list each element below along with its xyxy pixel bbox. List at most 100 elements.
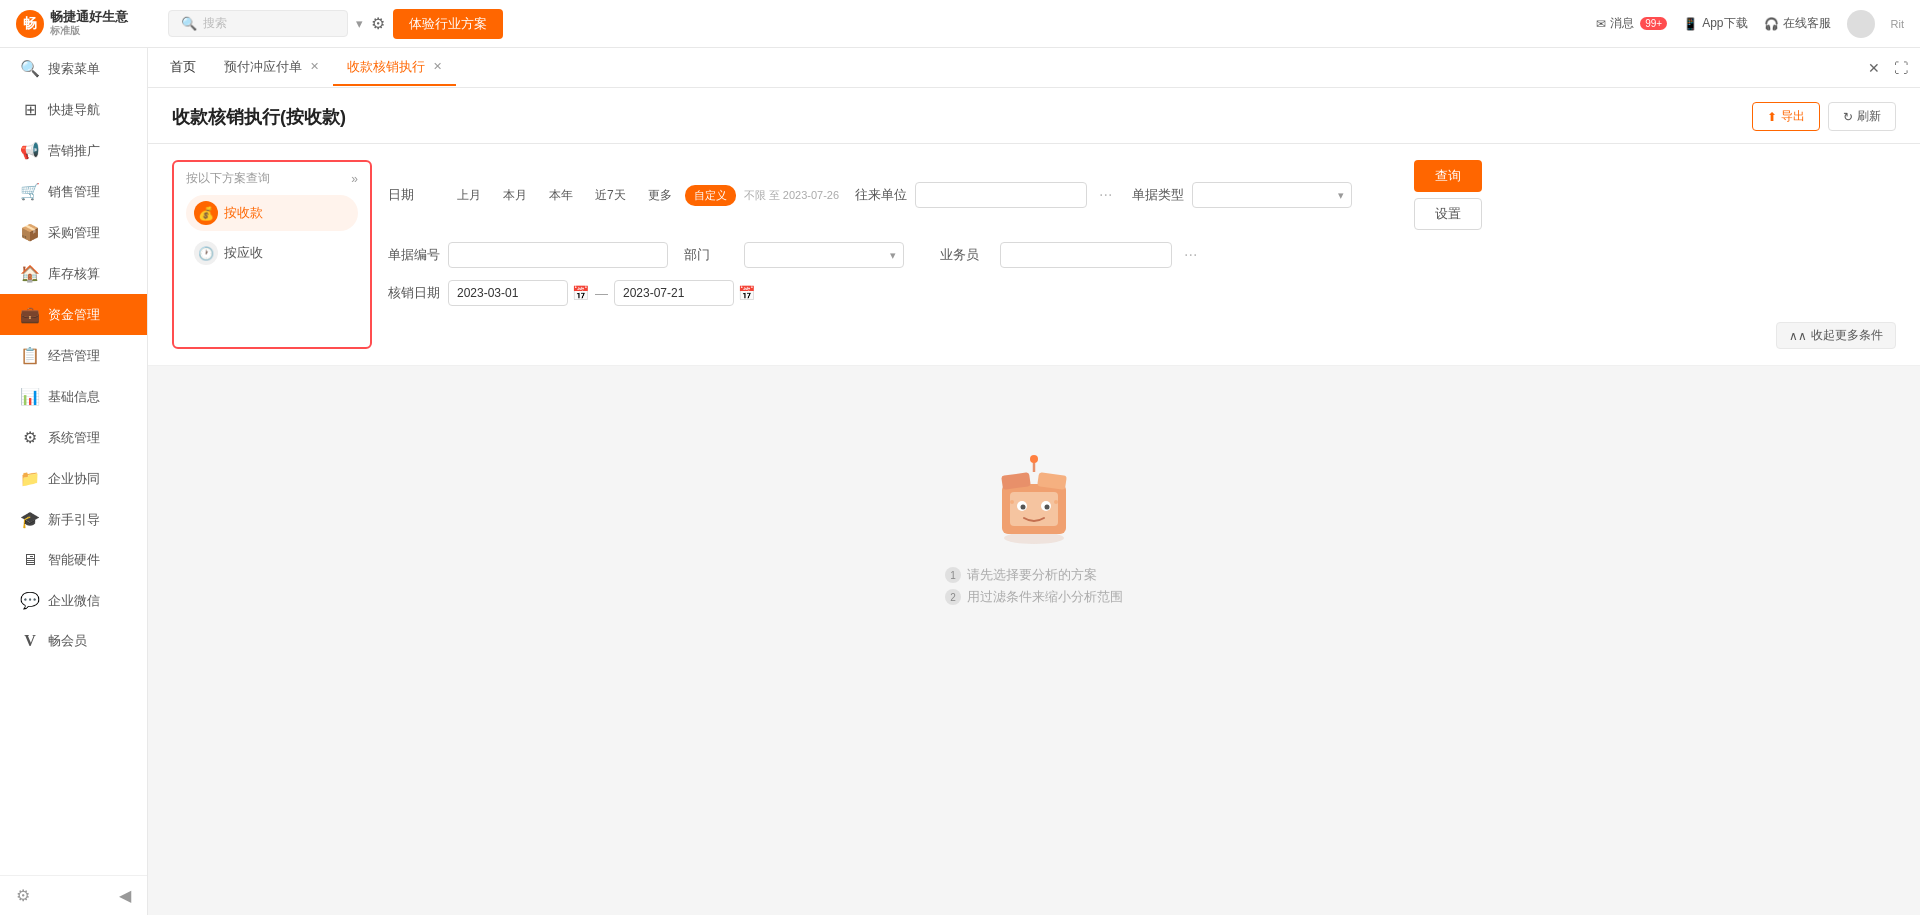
- sidebar-item-quicknav[interactable]: ⊞ 快捷导航: [0, 89, 147, 130]
- date-last-month[interactable]: 上月: [448, 183, 490, 208]
- sidebar-item-guide[interactable]: 🎓 新手引导: [0, 499, 147, 540]
- sidebar-item-collab[interactable]: 📁 企业协同: [0, 458, 147, 499]
- settings-icon[interactable]: ⚙: [371, 14, 385, 33]
- query-btns: 查询 设置: [1414, 160, 1482, 230]
- online-service-btn[interactable]: 🎧 在线客服: [1764, 15, 1831, 32]
- staff-label: 业务员: [940, 246, 992, 264]
- user-avatar[interactable]: [1847, 10, 1875, 38]
- main-content: 首页 预付冲应付单 ✕ 收款核销执行 ✕ ✕ ⛶ 收款核销执行(按收款) ⬆ 导…: [148, 48, 1920, 915]
- app-download-btn[interactable]: 📱 App下载: [1683, 15, 1747, 32]
- date-this-month[interactable]: 本月: [494, 183, 536, 208]
- sidebar-item-label: 智能硬件: [48, 551, 100, 569]
- filter-option-by-payment[interactable]: 💰 按收款: [186, 195, 358, 231]
- management-icon: 📋: [20, 346, 40, 365]
- chevron-down-icon[interactable]: ▾: [356, 16, 363, 31]
- tab-home[interactable]: 首页: [156, 50, 210, 86]
- sales-icon: 🛒: [20, 182, 40, 201]
- refresh-btn[interactable]: ↻ 刷新: [1828, 102, 1896, 131]
- sidebar-item-label: 采购管理: [48, 224, 100, 242]
- filter-option-by-receivable[interactable]: 🕐 按应收: [186, 235, 358, 271]
- filter-left-panel: 按以下方案查询 » 💰 按收款 🕐 按应收: [172, 160, 372, 349]
- top-bar-right: ✉ 消息 99+ 📱 App下载 🎧 在线客服 Rit: [1596, 10, 1904, 38]
- collapse-more-btn[interactable]: ∧∧ 收起更多条件: [1776, 322, 1896, 349]
- tab-verify-close[interactable]: ✕: [433, 60, 442, 73]
- sidebar-item-hardware[interactable]: 🖥 智能硬件: [0, 540, 147, 580]
- sidebar-item-member[interactable]: V 畅会员: [0, 621, 147, 661]
- cal-start-icon[interactable]: 📅: [572, 285, 589, 301]
- staff-input[interactable]: [1000, 242, 1172, 268]
- sidebar-item-label: 企业微信: [48, 592, 100, 610]
- sidebar-item-basic-info[interactable]: 📊 基础信息: [0, 376, 147, 417]
- industry-btn[interactable]: 体验行业方案: [393, 9, 503, 39]
- partner-input[interactable]: [915, 182, 1087, 208]
- export-btn[interactable]: ⬆ 导出: [1752, 102, 1820, 131]
- footer-collapse-icon[interactable]: ◀: [119, 886, 131, 905]
- tab-verify[interactable]: 收款核销执行 ✕: [333, 50, 456, 86]
- tab-close-all-icon[interactable]: ✕: [1864, 56, 1884, 80]
- sidebar-item-sales[interactable]: 🛒 销售管理: [0, 171, 147, 212]
- dept-select-wrap: [744, 242, 904, 268]
- hardware-icon: 🖥: [20, 551, 40, 569]
- collab-icon: 📁: [20, 469, 40, 488]
- top-bar-search-display: 🔍 搜索: [168, 10, 348, 37]
- svg-point-8: [1045, 505, 1050, 510]
- sidebar-item-wechat[interactable]: 💬 企业微信: [0, 580, 147, 621]
- tab-bar-actions: ✕ ⛶: [1864, 56, 1912, 80]
- dept-select[interactable]: [744, 242, 904, 268]
- verify-date-label: 核销日期: [388, 284, 440, 302]
- docno-input[interactable]: [448, 242, 668, 268]
- filter-staff-field: 业务员 ···: [940, 242, 1201, 268]
- sidebar-item-system[interactable]: ⚙ 系统管理: [0, 417, 147, 458]
- tab-expand-icon[interactable]: ⛶: [1890, 56, 1912, 80]
- staff-dots-btn[interactable]: ···: [1180, 246, 1201, 264]
- filter-collapse-btn[interactable]: »: [351, 172, 358, 186]
- tab-prepay-close[interactable]: ✕: [310, 60, 319, 73]
- refresh-icon: ↻: [1843, 110, 1853, 124]
- page-header-actions: ⬆ 导出 ↻ 刷新: [1752, 102, 1896, 143]
- footer-settings-icon[interactable]: ⚙: [16, 886, 30, 905]
- settings-btn[interactable]: 设置: [1414, 198, 1482, 230]
- date-more[interactable]: 更多: [639, 183, 681, 208]
- sidebar-item-label: 畅会员: [48, 632, 87, 650]
- partner-dots-btn[interactable]: ···: [1095, 186, 1116, 204]
- cal-end-icon[interactable]: 📅: [738, 285, 755, 301]
- docno-label: 单据编号: [388, 246, 440, 264]
- phone-icon: 📱: [1683, 17, 1698, 31]
- top-bar: 畅 畅捷通好生意 标准版 🔍 搜索 ▾ ⚙ 体验行业方案 ✉ 消息 99+ 📱 …: [0, 0, 1920, 48]
- date-this-year[interactable]: 本年: [540, 183, 582, 208]
- filter-right-panel: 日期 上月 本月 本年 近7天 更多 自定义 不限 至 2023-07-26 往…: [388, 160, 1896, 349]
- svg-point-10: [1030, 455, 1038, 463]
- query-btn[interactable]: 查询: [1414, 160, 1482, 192]
- verify-date-end[interactable]: [614, 280, 734, 306]
- filter-doctype-field: 单据类型 ···: [1132, 182, 1381, 208]
- search-icon: 🔍: [20, 59, 40, 78]
- sidebar-item-label: 快捷导航: [48, 101, 100, 119]
- system-icon: ⚙: [20, 428, 40, 447]
- sidebar-item-search[interactable]: 🔍 搜索菜单: [0, 48, 147, 89]
- member-icon: V: [20, 632, 40, 650]
- message-icon: ✉: [1596, 17, 1606, 31]
- sidebar-item-inventory[interactable]: 🏠 库存核算: [0, 253, 147, 294]
- tab-prepay[interactable]: 预付冲应付单 ✕: [210, 50, 333, 86]
- sidebar-item-label: 企业协同: [48, 470, 100, 488]
- tab-bar: 首页 预付冲应付单 ✕ 收款核销执行 ✕ ✕ ⛶: [148, 48, 1920, 88]
- sidebar-item-label: 新手引导: [48, 511, 100, 529]
- doctype-select[interactable]: [1192, 182, 1352, 208]
- svg-point-11: [1010, 500, 1014, 504]
- sidebar-item-management[interactable]: 📋 经营管理: [0, 335, 147, 376]
- export-icon: ⬆: [1767, 110, 1777, 124]
- date-last-7days[interactable]: 近7天: [586, 183, 635, 208]
- sidebar-item-purchase[interactable]: 📦 采购管理: [0, 212, 147, 253]
- logo-text: 畅捷通好生意: [50, 9, 128, 25]
- date-custom[interactable]: 自定义: [685, 185, 736, 206]
- sidebar-item-label: 库存核算: [48, 265, 100, 283]
- dept-label: 部门: [684, 246, 736, 264]
- purchase-icon: 📦: [20, 223, 40, 242]
- messages-btn[interactable]: ✉ 消息 99+: [1596, 15, 1667, 32]
- msg-badge: 99+: [1640, 17, 1667, 30]
- collapse-icon: ∧∧: [1789, 329, 1807, 343]
- verify-date-start[interactable]: [448, 280, 568, 306]
- sidebar-item-label: 销售管理: [48, 183, 100, 201]
- sidebar-item-marketing[interactable]: 📢 营销推广: [0, 130, 147, 171]
- sidebar-item-finance[interactable]: 💼 资金管理: [0, 294, 147, 335]
